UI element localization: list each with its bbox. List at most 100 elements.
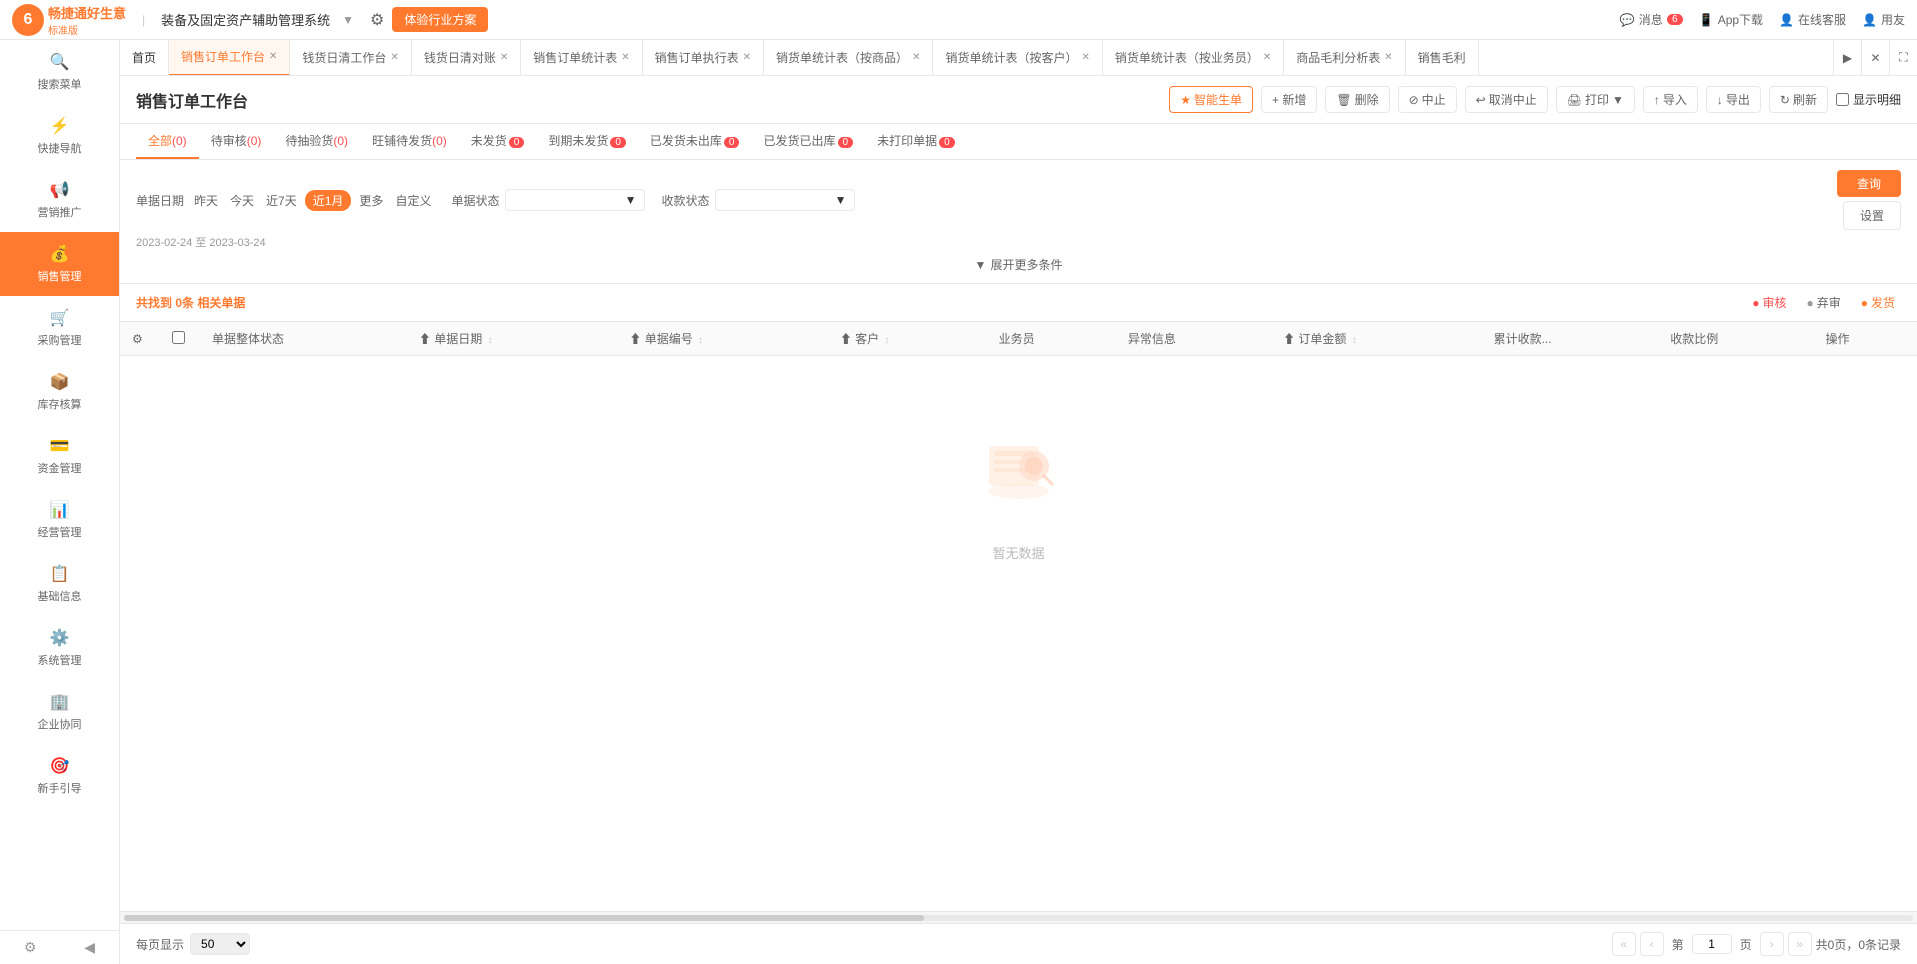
export-btn[interactable]: ↓ 导出 xyxy=(1706,86,1761,113)
sidebar-collapse-btn[interactable]: ◀ xyxy=(84,939,95,956)
set-btn[interactable]: 设置 xyxy=(1843,201,1901,230)
sub-tab-wangpu[interactable]: 旺铺待发货(0) xyxy=(360,124,459,159)
th-number[interactable]: ⬆ 单据编号 ↕ xyxy=(617,322,827,356)
sidebar-item-operation[interactable]: 📊 经营管理 xyxy=(0,488,119,552)
refresh-btn[interactable]: ↻ 刷新 xyxy=(1769,86,1828,113)
tab-sales-single-customer[interactable]: 销货单统计表（按客户） ✕ xyxy=(933,40,1102,76)
tab-sales-single-product-close[interactable]: ✕ xyxy=(912,52,920,63)
empty-illustration xyxy=(969,416,1069,531)
tab-home[interactable]: 首页 xyxy=(120,40,169,76)
sidebar-item-search[interactable]: 🔍 搜索菜单 xyxy=(0,40,119,104)
sub-tab-shipped-not-out[interactable]: 已发货未出库0 xyxy=(638,124,752,159)
status-filter-label: 单据状态 xyxy=(451,192,499,209)
date-opt-7days[interactable]: 近7天 xyxy=(262,190,301,211)
dropdown-arrow[interactable]: ▼ xyxy=(342,13,354,27)
sub-tab-shipped-out[interactable]: 已发货已出库0 xyxy=(751,124,865,159)
scroll-thumb[interactable] xyxy=(124,915,924,921)
show-detail-checkbox[interactable] xyxy=(1836,93,1849,106)
page-first-btn[interactable]: « xyxy=(1612,932,1636,956)
cancel-stop-btn[interactable]: ↩ 取消中止 xyxy=(1465,86,1548,113)
ship-dot: ● xyxy=(1861,296,1868,310)
th-amount[interactable]: ⬆ 订单金额 ↕ xyxy=(1271,322,1481,356)
page-prev-btn[interactable]: ‹ xyxy=(1640,932,1664,956)
tab-product-margin[interactable]: 商品毛利分析表 ✕ xyxy=(1284,40,1405,76)
tab-product-margin-close[interactable]: ✕ xyxy=(1384,52,1392,63)
delete-btn[interactable]: 🗑 删除 xyxy=(1325,86,1389,113)
industry-btn[interactable]: 体验行业方案 xyxy=(392,7,488,32)
tab-sales-stats-close[interactable]: ✕ xyxy=(621,52,629,63)
tab-close-all-btn[interactable]: ✕ xyxy=(1861,40,1889,76)
import-btn[interactable]: ↑ 导入 xyxy=(1643,86,1698,113)
tab-cash-reconcile[interactable]: 钱货日清对账 ✕ xyxy=(412,40,521,76)
new-btn[interactable]: + 新增 xyxy=(1261,86,1317,113)
date-opt-today[interactable]: 今天 xyxy=(226,190,258,211)
sidebar-item-corp[interactable]: 🏢 企业协同 xyxy=(0,680,119,744)
date-opt-1month[interactable]: 近1月 xyxy=(305,190,352,211)
sub-tab-not-shipped[interactable]: 未发货0 xyxy=(459,124,537,159)
th-date[interactable]: ⬆ 单据日期 ↕ xyxy=(407,322,617,356)
tab-maximize-btn[interactable]: ⛶ xyxy=(1889,40,1917,76)
tab-sales-exec-close[interactable]: ✕ xyxy=(743,52,751,63)
page-next-btn[interactable]: › xyxy=(1760,932,1784,956)
app-download-btn[interactable]: 📱 App下载 xyxy=(1699,11,1763,28)
tab-cash-daily-close[interactable]: ✕ xyxy=(390,52,398,63)
tab-sales-gross[interactable]: 销售毛利 xyxy=(1406,40,1479,76)
expand-more-btn[interactable]: ▼ 展开更多条件 xyxy=(975,256,1063,273)
tab-sales-single-product[interactable]: 销货单统计表（按商品） ✕ xyxy=(764,40,933,76)
tab-sales-stats[interactable]: 销售订单统计表 ✕ xyxy=(521,40,642,76)
tab-sales-single-staff[interactable]: 销货单统计表（按业务员） ✕ xyxy=(1103,40,1284,76)
select-all-checkbox[interactable] xyxy=(172,331,185,344)
tab-cash-daily[interactable]: 钱货日清工作台 ✕ xyxy=(290,40,411,76)
sidebar-item-finance[interactable]: 💳 资金管理 xyxy=(0,424,119,488)
tab-sales-workbench[interactable]: 销售订单工作台 ✕ xyxy=(169,40,290,76)
date-opt-custom[interactable]: 自定义 xyxy=(391,190,435,211)
tab-sales-single-staff-close[interactable]: ✕ xyxy=(1263,52,1271,63)
sidebar-item-sales[interactable]: 💰 销售管理 xyxy=(0,232,119,296)
sidebar-settings-btn[interactable]: ⚙ xyxy=(24,939,37,956)
tab-sales-workbench-close[interactable]: ✕ xyxy=(269,51,277,62)
cancel-review-btn[interactable]: ● 弃审 xyxy=(1800,292,1846,313)
sidebar-item-base[interactable]: 📋 基础信息 xyxy=(0,552,119,616)
payment-filter-select[interactable]: ▼ xyxy=(715,189,855,211)
tab-cash-reconcile-close[interactable]: ✕ xyxy=(500,52,508,63)
sub-tab-all[interactable]: 全部(0) xyxy=(136,124,199,159)
settings-icon[interactable]: ⚙ xyxy=(370,10,384,30)
sub-tab-pending-inspect[interactable]: 待抽验货(0) xyxy=(273,124,360,159)
date-opt-yesterday[interactable]: 昨天 xyxy=(190,190,222,211)
sidebar-item-newbie[interactable]: 🎯 新手引导 xyxy=(0,744,119,808)
tab-sales-single-customer-close[interactable]: ✕ xyxy=(1081,52,1089,63)
filter-date-options: 昨天 今天 近7天 近1月 更多 自定义 xyxy=(190,190,435,211)
th-customer[interactable]: ⬆ 客户 ↕ xyxy=(828,322,987,356)
review-action-btn[interactable]: ● 审核 xyxy=(1746,292,1792,313)
sidebar-item-system[interactable]: ⚙️ 系统管理 xyxy=(0,616,119,680)
sub-tab-not-printed[interactable]: 未打印单据0 xyxy=(865,124,967,159)
col-settings-icon[interactable]: ⚙ xyxy=(132,332,143,346)
sub-tab-expired[interactable]: 到期未发货0 xyxy=(536,124,638,159)
show-detail-label[interactable]: 显示明细 xyxy=(1836,91,1901,108)
sidebar-item-inventory[interactable]: 📦 库存核算 xyxy=(0,360,119,424)
scroll-bar[interactable] xyxy=(120,911,1917,923)
sub-tab-pending[interactable]: 待审核(0) xyxy=(199,124,274,159)
message-btn[interactable]: 💬 消息 6 xyxy=(1620,11,1683,28)
smart-btn[interactable]: ★ 智能生单 xyxy=(1169,86,1253,113)
sidebar: 🔍 搜索菜单 ⚡ 快捷导航 📢 营销推广 💰 销售管理 🛒 采购管理 📦 xyxy=(0,40,120,964)
tab-sales-exec[interactable]: 销售订单执行表 ✕ xyxy=(643,40,764,76)
ship-action-btn[interactable]: ● 发货 xyxy=(1855,292,1901,313)
sidebar-item-nav[interactable]: ⚡ 快捷导航 xyxy=(0,104,119,168)
query-btn[interactable]: 查询 xyxy=(1837,170,1901,197)
sidebar-bottom: ⚙ ◀ xyxy=(0,930,119,964)
filter-payment-group: 收款状态 ▼ xyxy=(661,189,855,211)
tab-scroll-right-btn[interactable]: ▶ xyxy=(1833,40,1861,76)
online-service-btn[interactable]: 👤 在线客服 xyxy=(1779,11,1846,28)
stop-btn[interactable]: ⊘ 中止 xyxy=(1398,86,1457,113)
page-size-input[interactable]: 50 100 200 xyxy=(190,933,250,955)
sidebar-item-purchase[interactable]: 🛒 采购管理 xyxy=(0,296,119,360)
print-btn[interactable]: 🖨 打印 ▼ xyxy=(1556,86,1635,113)
page-input[interactable] xyxy=(1692,934,1732,954)
page-last-btn[interactable]: » xyxy=(1788,932,1812,956)
edition-label: 标准版 xyxy=(48,22,126,37)
user-btn[interactable]: 👤 用友 xyxy=(1862,11,1905,28)
sidebar-item-marketing[interactable]: 📢 营销推广 xyxy=(0,168,119,232)
date-opt-more[interactable]: 更多 xyxy=(355,190,387,211)
status-filter-select[interactable]: ▼ xyxy=(505,189,645,211)
